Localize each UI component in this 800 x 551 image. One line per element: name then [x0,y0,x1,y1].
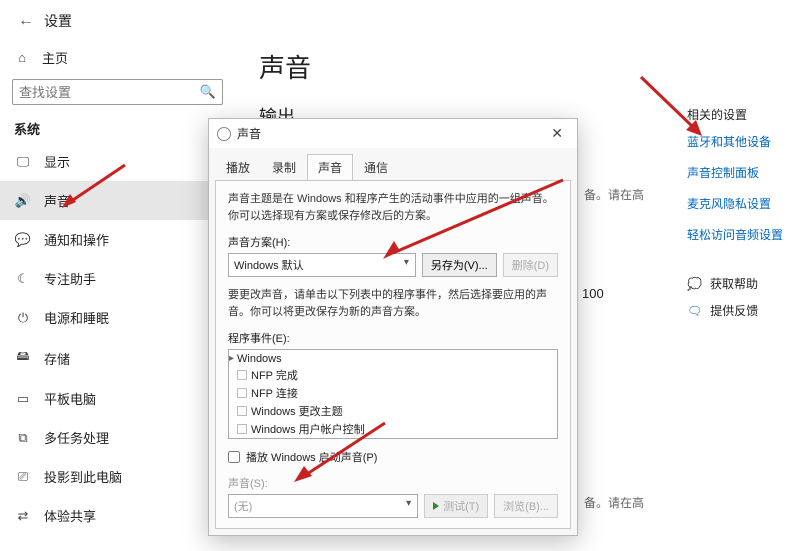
sound-dialog: 声音 ✕ 播放 录制 声音 通信 声音主题是在 Windows 和程序产生的活动… [208,118,578,536]
scheme-combo[interactable]: Windows 默认 [228,253,416,277]
list-item[interactable]: Windows 用户帐户控制 [229,420,557,438]
search-input[interactable] [19,85,200,100]
get-help[interactable]: 💭 获取帮助 [687,275,800,292]
search-box[interactable]: 🔍 [12,79,223,105]
sound-combo[interactable]: (无) [228,494,418,518]
sidebar-item-sound[interactable]: 🔊 声音 [0,181,235,220]
bg-text: 备。请在高 [584,186,644,203]
list-item[interactable]: NFP 连接 [229,384,557,402]
window-title: 设置 [44,11,72,31]
sidebar-item-display[interactable]: 🖵 显示 [0,142,235,181]
page-title: 声音 [259,48,776,85]
related-settings: 相关的设置 蓝牙和其他设备 声音控制面板 麦克风隐私设置 轻松访问音频设置 💭 … [687,106,800,329]
sidebar-item-notifications[interactable]: 💬 通知和操作 [0,220,235,259]
list-item[interactable]: NFP 完成 [229,366,557,384]
sidebar: ⌂ 主页 🔍 系统 🖵 显示 🔊 声音 💬 通知和操作 ☾ 专注助手 ⏻ 电源和… [0,38,235,551]
list-item[interactable]: Windows [229,352,557,366]
tab-recording[interactable]: 录制 [261,154,307,180]
tablet-icon: ▭ [14,391,32,407]
share-icon: ⇄ [14,508,32,524]
focus-icon: ☾ [14,271,32,287]
project-icon: ⎚ [14,469,32,485]
sidebar-item-project[interactable]: ⎚ 投影到此电脑 [0,457,235,496]
search-icon: 🔍 [200,84,216,100]
bg-text: 备。请在高 [584,494,644,511]
nav-label: 通知和操作 [44,230,109,249]
home-label: 主页 [42,48,68,67]
nav-label: 体验共享 [44,506,96,525]
play-icon [433,502,439,510]
tab-comm[interactable]: 通信 [353,154,399,180]
sidebar-home[interactable]: ⌂ 主页 [0,42,235,73]
close-button[interactable]: ✕ [545,125,569,142]
nav-label: 存储 [44,349,70,368]
tab-playback[interactable]: 播放 [215,154,261,180]
nav-label: 专注助手 [44,269,96,288]
link-mic-privacy[interactable]: 麦克风隐私设置 [687,195,800,212]
volume-value: 100 [582,286,604,301]
display-icon: 🖵 [14,154,32,170]
link-sound-panel[interactable]: 声音控制面板 [687,164,800,181]
give-feedback[interactable]: 🗨 提供反馈 [687,302,800,319]
home-icon: ⌂ [14,50,30,65]
sound-icon: 🔊 [14,193,32,209]
help-icon: 💭 [687,277,702,291]
feedback-icon: 🗨 [687,304,702,318]
category-label: 系统 [0,119,235,142]
list-item[interactable]: Windows 更改主题 [229,402,557,420]
dialog-icon [217,127,231,141]
power-icon: ⏻ [14,310,32,326]
events-label: 程序事件(E): [228,330,558,346]
sound-label: 声音(S): [228,475,558,491]
list-item[interactable]: 关键性停止 [229,438,557,439]
back-button[interactable]: ← [12,10,40,32]
startup-sound-row[interactable]: 播放 Windows 启动声音(P) [228,449,558,465]
events-description: 要更改声音，请单击以下列表中的程序事件，然后选择要应用的声音。你可以将更改保存为… [228,287,558,320]
scheme-description: 声音主题是在 Windows 和程序产生的活动事件中应用的一组声音。你可以选择现… [228,191,558,224]
dialog-title: 声音 [237,125,545,142]
related-header: 相关的设置 [687,106,800,123]
browse-button: 浏览(B)... [494,494,558,518]
storage-icon: 🖴 [14,347,32,369]
sidebar-item-power[interactable]: ⏻ 电源和睡眠 [0,298,235,337]
scheme-label: 声音方案(H): [228,234,558,250]
save-as-button[interactable]: 另存为(V)... [422,253,497,277]
nav-label: 电源和睡眠 [44,308,109,327]
sidebar-item-storage[interactable]: 🖴 存储 [0,337,235,379]
nav-label: 声音 [44,191,70,210]
sidebar-item-multitask[interactable]: ⧉ 多任务处理 [0,418,235,457]
link-ease-audio[interactable]: 轻松访问音频设置 [687,226,800,243]
nav-label: 投影到此电脑 [44,467,122,486]
nav-label: 平板电脑 [44,389,96,408]
sidebar-item-focus[interactable]: ☾ 专注助手 [0,259,235,298]
sidebar-item-tablet[interactable]: ▭ 平板电脑 [0,379,235,418]
multitask-icon: ⧉ [14,430,32,446]
startup-sound-checkbox[interactable] [228,451,240,463]
nav-label: 显示 [44,152,70,171]
sidebar-item-share[interactable]: ⇄ 体验共享 [0,496,235,535]
events-list[interactable]: Windows NFP 完成 NFP 连接 Windows 更改主题 Windo… [228,349,558,439]
test-button: 测试(T) [424,494,488,518]
nav-label: 多任务处理 [44,428,109,447]
delete-button: 删除(D) [503,253,558,277]
tab-sounds[interactable]: 声音 [307,154,353,180]
startup-sound-label: 播放 Windows 启动声音(P) [246,449,377,465]
link-bluetooth[interactable]: 蓝牙和其他设备 [687,133,800,150]
notification-icon: 💬 [14,232,32,248]
